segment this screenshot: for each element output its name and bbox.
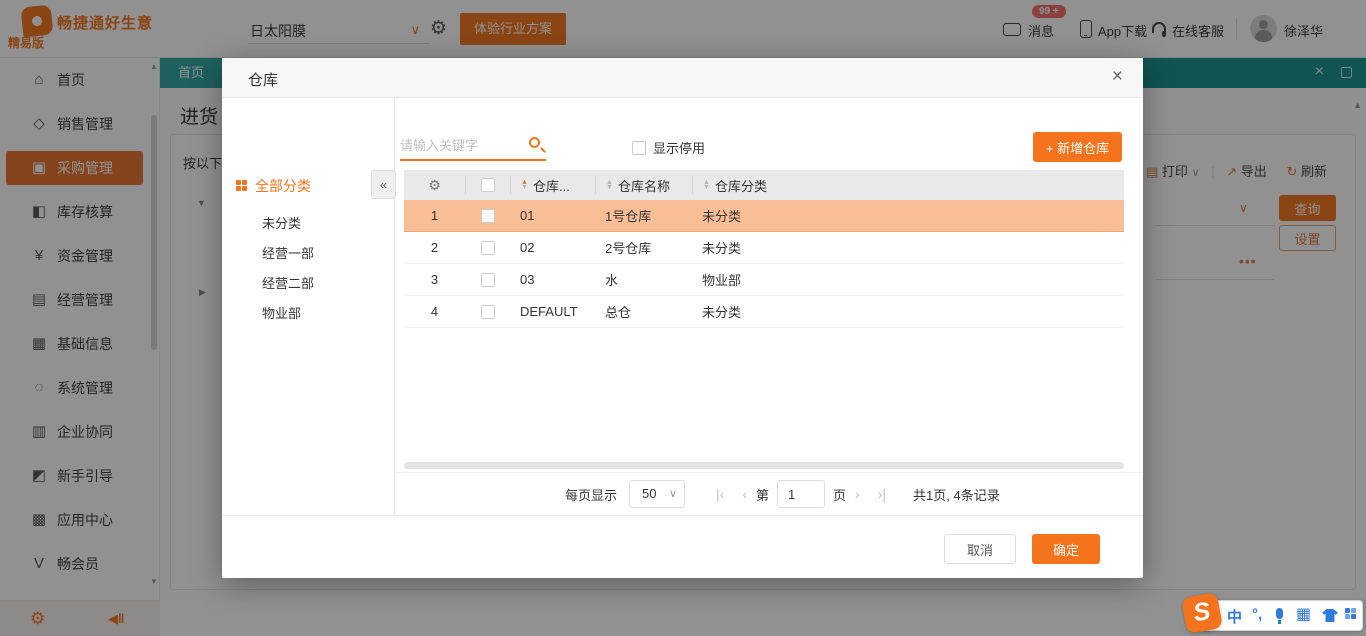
app-root: 畅捷通好生意 精易版 日太阳膜 ∨ ⚙ 体验行业方案 99 + 消息 App下载… <box>0 0 1366 636</box>
warehouse-modal: 仓库 × 全部分类 « 未分类 经营一部 经营二部 物业部 显示停用 + 新增仓… <box>222 58 1143 578</box>
page-suffix: 页 <box>833 487 847 503</box>
prev-page-button[interactable]: ‹ <box>742 486 747 502</box>
column-code[interactable]: ▲ ▼ 仓库... <box>510 176 595 194</box>
table-header: ⚙ ▲ ▼ 仓库... ▲ ▼ 仓库名称 ▲ ▼ 仓库分类 <box>404 170 1124 200</box>
toolbox-icon[interactable] <box>1345 608 1358 621</box>
add-warehouse-button[interactable]: + 新增仓库 <box>1033 132 1122 162</box>
category-item[interactable]: 经营二部 <box>262 273 314 292</box>
modal-footer: 取消 确定 <box>222 515 1143 578</box>
sort-icon[interactable]: ▲ ▼ <box>521 179 528 191</box>
row-checkbox[interactable] <box>480 272 495 287</box>
category-item[interactable]: 经营一部 <box>262 243 314 262</box>
modal-title: 仓库 <box>248 72 279 89</box>
category-item[interactable]: 未分类 <box>262 213 301 232</box>
chevron-down-icon: ∨ <box>668 488 678 500</box>
search-box <box>400 133 546 161</box>
row-checkbox[interactable] <box>480 304 495 319</box>
sort-icon[interactable]: ▲ ▼ <box>703 179 710 191</box>
warehouse-table: ⚙ ▲ ▼ 仓库... ▲ ▼ 仓库名称 ▲ ▼ 仓库分类 1 01 1号仓库 … <box>404 170 1124 328</box>
category-item[interactable]: 物业部 <box>262 303 301 322</box>
search-icon[interactable] <box>529 137 540 148</box>
show-disabled-checkbox[interactable] <box>632 141 646 155</box>
record-summary: 共1页, 4条记录 <box>913 487 1000 503</box>
close-icon[interactable]: × <box>1112 67 1123 87</box>
column-category[interactable]: ▲ ▼ 仓库分类 <box>692 176 1124 194</box>
ime-punctuation-toggle[interactable]: °, <box>1252 606 1262 623</box>
table-row[interactable]: 3 03 水 物业部 <box>404 264 1124 296</box>
ime-lang-toggle[interactable]: 中 <box>1227 606 1242 627</box>
per-page-label: 每页显示 <box>565 487 618 503</box>
table-row[interactable]: 1 01 1号仓库 未分类 <box>404 200 1124 232</box>
page-number-input[interactable] <box>777 480 826 508</box>
keyboard-icon[interactable]: ▦ <box>1296 604 1311 624</box>
row-checkbox[interactable] <box>480 240 495 255</box>
row-checkbox[interactable] <box>480 208 495 223</box>
category-panel: 全部分类 « 未分类 经营一部 经营二部 物业部 <box>222 98 396 515</box>
modal-header: 仓库 × <box>222 58 1143 98</box>
cancel-button[interactable]: 取消 <box>944 534 1016 564</box>
sogou-logo-icon[interactable]: S <box>1181 592 1223 634</box>
category-grid-icon <box>236 180 248 192</box>
page-prefix: 第 <box>756 487 770 503</box>
column-settings-icon[interactable]: ⚙ <box>428 177 441 194</box>
next-page-button[interactable]: › <box>855 486 860 502</box>
per-page-select[interactable]: 50 ∨ <box>629 480 686 508</box>
ime-tray: S 中 °, ▦ <box>1181 592 1363 634</box>
all-categories[interactable]: 全部分类 <box>236 176 311 196</box>
select-all-checkbox[interactable] <box>481 178 495 192</box>
skin-icon[interactable] <box>1322 609 1338 622</box>
last-page-button[interactable]: ›| <box>878 486 886 502</box>
confirm-button[interactable]: 确定 <box>1032 534 1100 564</box>
column-name[interactable]: ▲ ▼ 仓库名称 <box>595 176 692 194</box>
pagination: 每页显示 50 ∨ |‹ ‹ 第 页 › ›| 共1页, 4条记录 <box>395 472 1143 514</box>
sort-icon[interactable]: ▲ ▼ <box>606 179 613 191</box>
search-input[interactable] <box>400 133 518 158</box>
show-disabled-option[interactable]: 显示停用 <box>632 138 705 157</box>
first-page-button[interactable]: |‹ <box>716 486 724 502</box>
panel-collapse-button[interactable]: « <box>371 170 396 199</box>
horizontal-scrollbar[interactable] <box>404 462 1124 469</box>
table-row[interactable]: 2 02 2号仓库 未分类 <box>404 232 1124 264</box>
table-row[interactable]: 4 DEFAULT 总仓 未分类 <box>404 296 1124 328</box>
microphone-icon[interactable] <box>1276 608 1283 624</box>
